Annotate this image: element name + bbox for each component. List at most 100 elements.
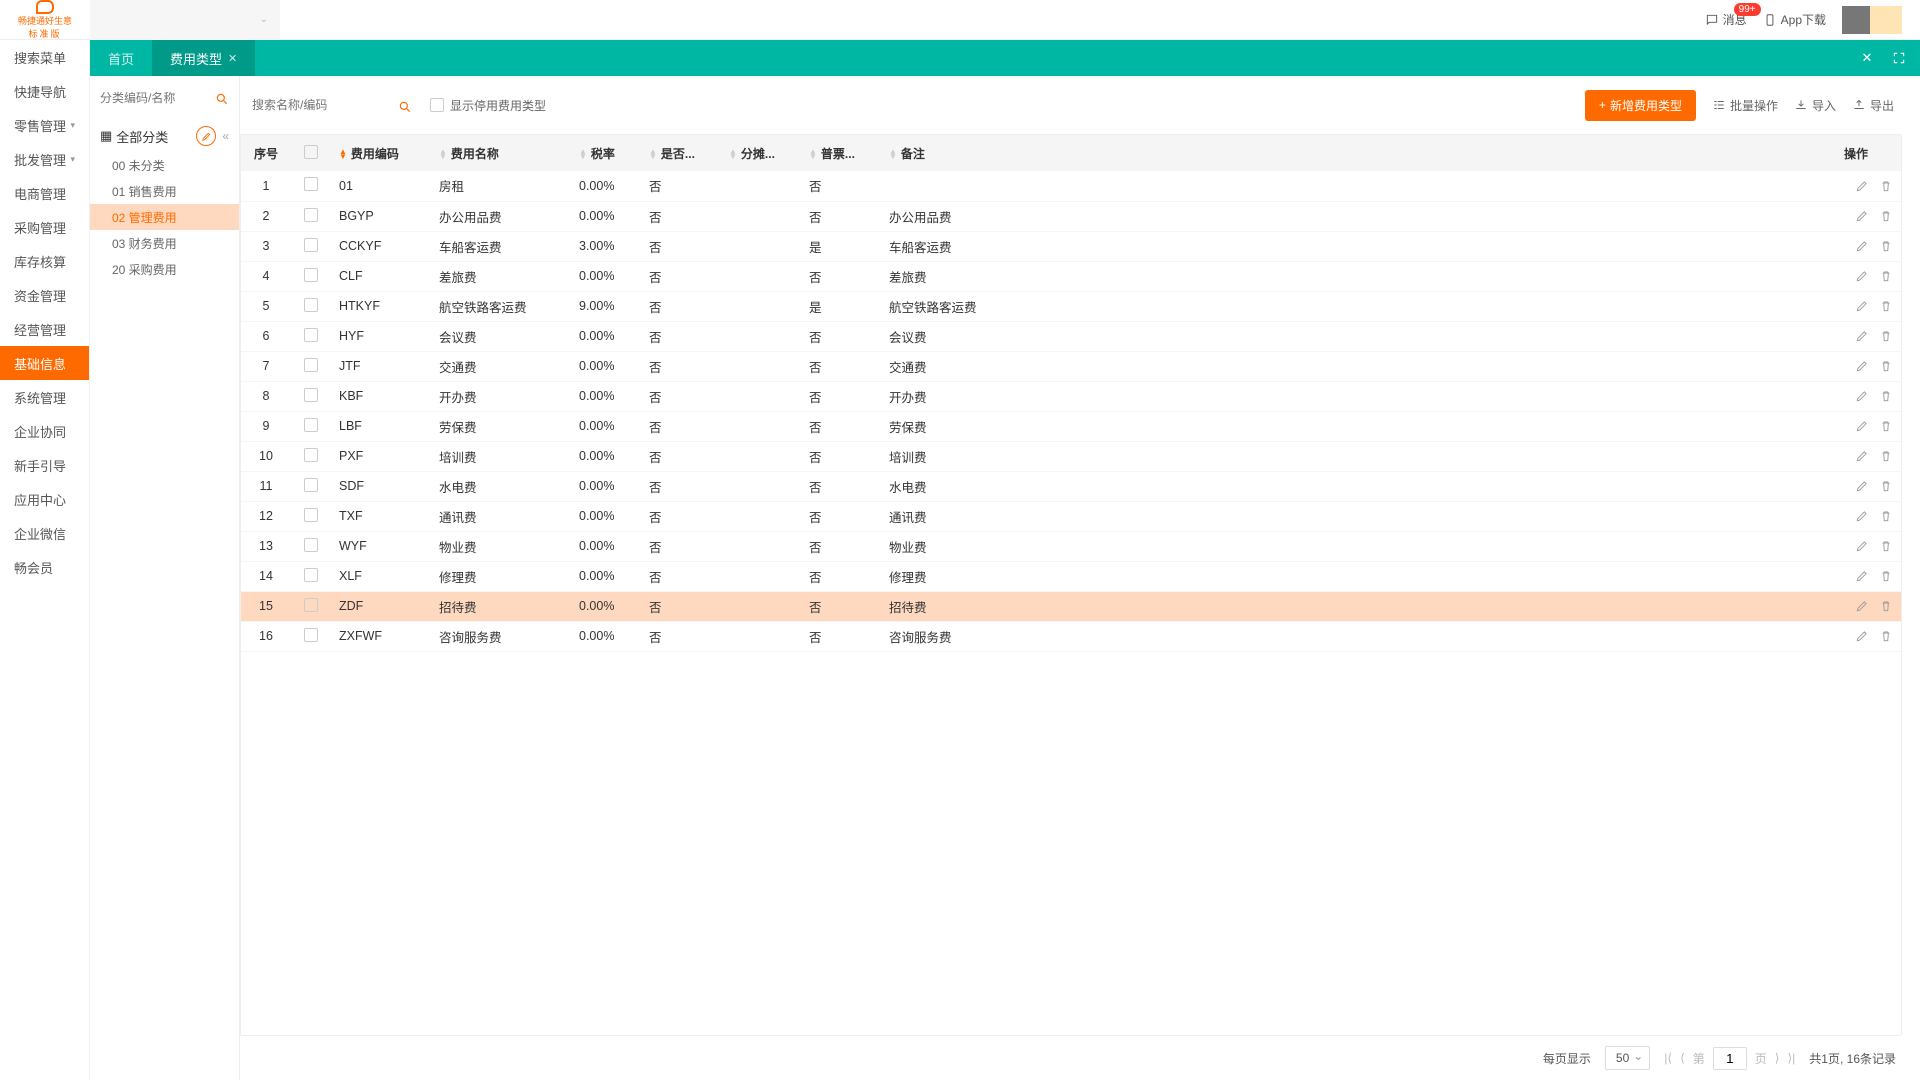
cell-checkbox[interactable] [291, 411, 331, 441]
nav-item[interactable]: 电商管理 [0, 176, 89, 210]
import-button[interactable]: 导入 [1794, 97, 1836, 114]
cell-checkbox[interactable] [291, 471, 331, 501]
export-button[interactable]: 导出 [1852, 97, 1894, 114]
nav-item[interactable]: 批发管理▾ [0, 142, 89, 176]
col-name[interactable]: ▲▼费用名称 [431, 135, 571, 171]
table-row[interactable]: 7JTF交通费0.00%否否交通费 [241, 351, 1901, 381]
close-icon[interactable]: ✕ [228, 52, 237, 65]
nav-item[interactable]: 快捷导航 [0, 74, 89, 108]
col-is1[interactable]: ▲▼是否... [641, 135, 721, 171]
nav-item[interactable]: 企业微信 [0, 516, 89, 550]
app-download-link[interactable]: App下载 [1763, 11, 1826, 28]
nav-item[interactable]: 搜索菜单 [0, 40, 89, 74]
table-row[interactable]: 14XLF修理费0.00%否否修理费 [241, 561, 1901, 591]
edit-icon[interactable] [1855, 509, 1869, 524]
table-row[interactable]: 16ZXFWF咨询服务费0.00%否否咨询服务费 [241, 621, 1901, 651]
table-row[interactable]: 13WYF物业费0.00%否否物业费 [241, 531, 1901, 561]
cell-checkbox[interactable] [291, 231, 331, 261]
delete-icon[interactable] [1879, 569, 1893, 584]
edit-icon[interactable] [1855, 389, 1869, 404]
table-row[interactable]: 2BGYP办公用品费0.00%否否办公用品费 [241, 201, 1901, 231]
cell-checkbox[interactable] [291, 381, 331, 411]
col-is2[interactable]: ▲▼分摊... [721, 135, 801, 171]
cell-checkbox[interactable] [291, 291, 331, 321]
edit-icon[interactable] [1855, 299, 1869, 314]
nav-item[interactable]: 应用中心 [0, 482, 89, 516]
delete-icon[interactable] [1879, 359, 1893, 374]
delete-icon[interactable] [1879, 509, 1893, 524]
cell-checkbox[interactable] [291, 591, 331, 621]
category-item[interactable]: 02 管理费用 [90, 204, 239, 230]
edit-icon[interactable] [1855, 209, 1869, 224]
org-switcher[interactable]: ⌄ [90, 0, 280, 40]
nav-item[interactable]: 企业协同 [0, 414, 89, 448]
edit-icon[interactable] [1855, 539, 1869, 554]
col-rate[interactable]: ▲▼税率 [571, 135, 641, 171]
delete-icon[interactable] [1879, 479, 1893, 494]
search-icon[interactable] [398, 98, 412, 114]
tab-close-all[interactable]: ✕ [1856, 47, 1878, 69]
nav-item[interactable]: 基础信息 [0, 346, 89, 380]
cell-checkbox[interactable] [291, 441, 331, 471]
page-input[interactable] [1713, 1047, 1747, 1070]
fullscreen-icon[interactable] [1888, 47, 1910, 69]
nav-item[interactable]: 新手引导 [0, 448, 89, 482]
edit-icon[interactable] [1855, 599, 1869, 614]
col-is3[interactable]: ▲▼普票... [801, 135, 881, 171]
user-avatar[interactable] [1842, 6, 1902, 34]
collapse-panel-icon[interactable]: « [222, 129, 229, 143]
edit-icon[interactable] [1855, 419, 1869, 434]
edit-icon[interactable] [1855, 329, 1869, 344]
tab-fee-type[interactable]: 费用类型 ✕ [152, 40, 255, 76]
table-row[interactable]: 5HTKYF航空铁路客运费9.00%否是航空铁路客运费 [241, 291, 1901, 321]
per-page-select[interactable]: 50 [1605, 1046, 1650, 1070]
cell-checkbox[interactable] [291, 171, 331, 201]
pager-next-icon[interactable]: ⟩ [1775, 1051, 1780, 1065]
cell-checkbox[interactable] [291, 561, 331, 591]
table-row[interactable]: 15ZDF招待费0.00%否否招待费 [241, 591, 1901, 621]
cell-checkbox[interactable] [291, 531, 331, 561]
table-row[interactable]: 12TXF通讯费0.00%否否通讯费 [241, 501, 1901, 531]
delete-icon[interactable] [1879, 449, 1893, 464]
nav-item[interactable]: 库存核算 [0, 244, 89, 278]
cell-checkbox[interactable] [291, 201, 331, 231]
messages-link[interactable]: 消息 99+ [1705, 11, 1747, 28]
pager-prev-icon[interactable]: ⟨ [1680, 1051, 1685, 1065]
table-row[interactable]: 3CCKYF车船客运费3.00%否是车船客运费 [241, 231, 1901, 261]
edit-icon[interactable] [1855, 479, 1869, 494]
show-disabled-checkbox[interactable]: 显示停用费用类型 [430, 97, 546, 114]
table-row[interactable]: 8KBF开办费0.00%否否开办费 [241, 381, 1901, 411]
edit-icon[interactable] [1855, 269, 1869, 284]
tab-home[interactable]: 首页 [90, 40, 152, 76]
delete-icon[interactable] [1879, 629, 1893, 644]
table-search-input[interactable] [252, 92, 412, 119]
category-edit-button[interactable] [196, 126, 216, 146]
delete-icon[interactable] [1879, 269, 1893, 284]
col-select-all[interactable] [291, 135, 331, 171]
edit-icon[interactable] [1855, 239, 1869, 254]
category-all[interactable]: ▦ 全部分类 [100, 127, 168, 146]
table-row[interactable]: 11SDF水电费0.00%否否水电费 [241, 471, 1901, 501]
delete-icon[interactable] [1879, 599, 1893, 614]
delete-icon[interactable] [1879, 329, 1893, 344]
delete-icon[interactable] [1879, 178, 1893, 193]
cell-checkbox[interactable] [291, 321, 331, 351]
batch-action-button[interactable]: 批量操作 [1712, 97, 1778, 114]
cell-checkbox[interactable] [291, 501, 331, 531]
edit-icon[interactable] [1855, 569, 1869, 584]
edit-icon[interactable] [1855, 359, 1869, 374]
delete-icon[interactable] [1879, 239, 1893, 254]
delete-icon[interactable] [1879, 209, 1893, 224]
nav-item[interactable]: 采购管理 [0, 210, 89, 244]
cell-checkbox[interactable] [291, 351, 331, 381]
category-item[interactable]: 00 未分类 [90, 152, 239, 178]
new-fee-type-button[interactable]: + 新增费用类型 [1585, 90, 1696, 121]
nav-item[interactable]: 资金管理 [0, 278, 89, 312]
search-icon[interactable] [215, 90, 229, 106]
table-row[interactable]: 101房租0.00%否否 [241, 171, 1901, 201]
cell-checkbox[interactable] [291, 261, 331, 291]
col-code[interactable]: ▲▼费用编码 [331, 135, 431, 171]
col-seq[interactable]: 序号 [241, 135, 291, 171]
edit-icon[interactable] [1855, 449, 1869, 464]
table-row[interactable]: 4CLF差旅费0.00%否否差旅费 [241, 261, 1901, 291]
